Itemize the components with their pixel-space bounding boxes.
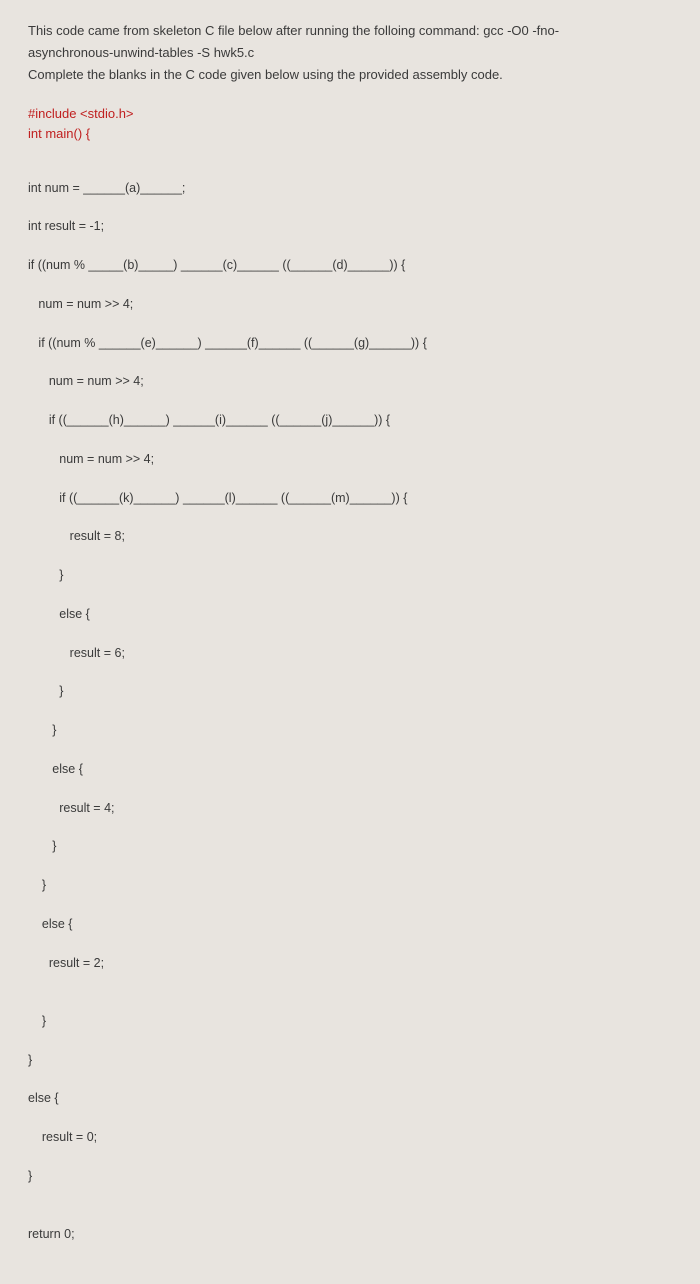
intro-line-3: Complete the blanks in the C code given …	[28, 64, 672, 86]
code-line: }	[28, 1167, 672, 1186]
intro-line-1: This code came from skeleton C file belo…	[28, 20, 672, 42]
code-line: }	[28, 566, 672, 585]
code-line: else {	[28, 605, 672, 624]
code-line: result = 6;	[28, 644, 672, 663]
code-line: }	[28, 682, 672, 701]
include-line-1: #include <stdio.h>	[28, 104, 672, 124]
include-block: #include <stdio.h> int main() {	[28, 104, 672, 143]
code-line: }	[28, 1283, 672, 1284]
code-line: }	[28, 1012, 672, 1031]
code-line: }	[28, 721, 672, 740]
code-line: }	[28, 837, 672, 856]
code-line: int num = ______(a)______;	[28, 179, 672, 198]
code-block: int num = ______(a)______; int result = …	[28, 159, 672, 1284]
code-line: if ((num % ______(e)______) ______(f)___…	[28, 334, 672, 353]
code-line: int result = -1;	[28, 217, 672, 236]
code-line: result = 2;	[28, 954, 672, 973]
code-line: if ((______(k)______) ______(l)______ ((…	[28, 489, 672, 508]
code-line: }	[28, 876, 672, 895]
code-line: else {	[28, 915, 672, 934]
code-line: result = 4;	[28, 799, 672, 818]
code-line: result = 0;	[28, 1128, 672, 1147]
intro-text: This code came from skeleton C file belo…	[28, 20, 672, 86]
code-line: else {	[28, 1089, 672, 1108]
code-line: }	[28, 1051, 672, 1070]
intro-line-2: asynchronous-unwind-tables -S hwk5.c	[28, 42, 672, 64]
include-line-2: int main() {	[28, 124, 672, 144]
code-line: else {	[28, 760, 672, 779]
code-line: num = num >> 4;	[28, 450, 672, 469]
code-line: num = num >> 4;	[28, 372, 672, 391]
code-line: num = num >> 4;	[28, 295, 672, 314]
code-line: if ((______(h)______) ______(i)______ ((…	[28, 411, 672, 430]
code-line: return 0;	[28, 1225, 672, 1244]
code-line: result = 8;	[28, 527, 672, 546]
code-line: if ((num % _____(b)_____) ______(c)_____…	[28, 256, 672, 275]
